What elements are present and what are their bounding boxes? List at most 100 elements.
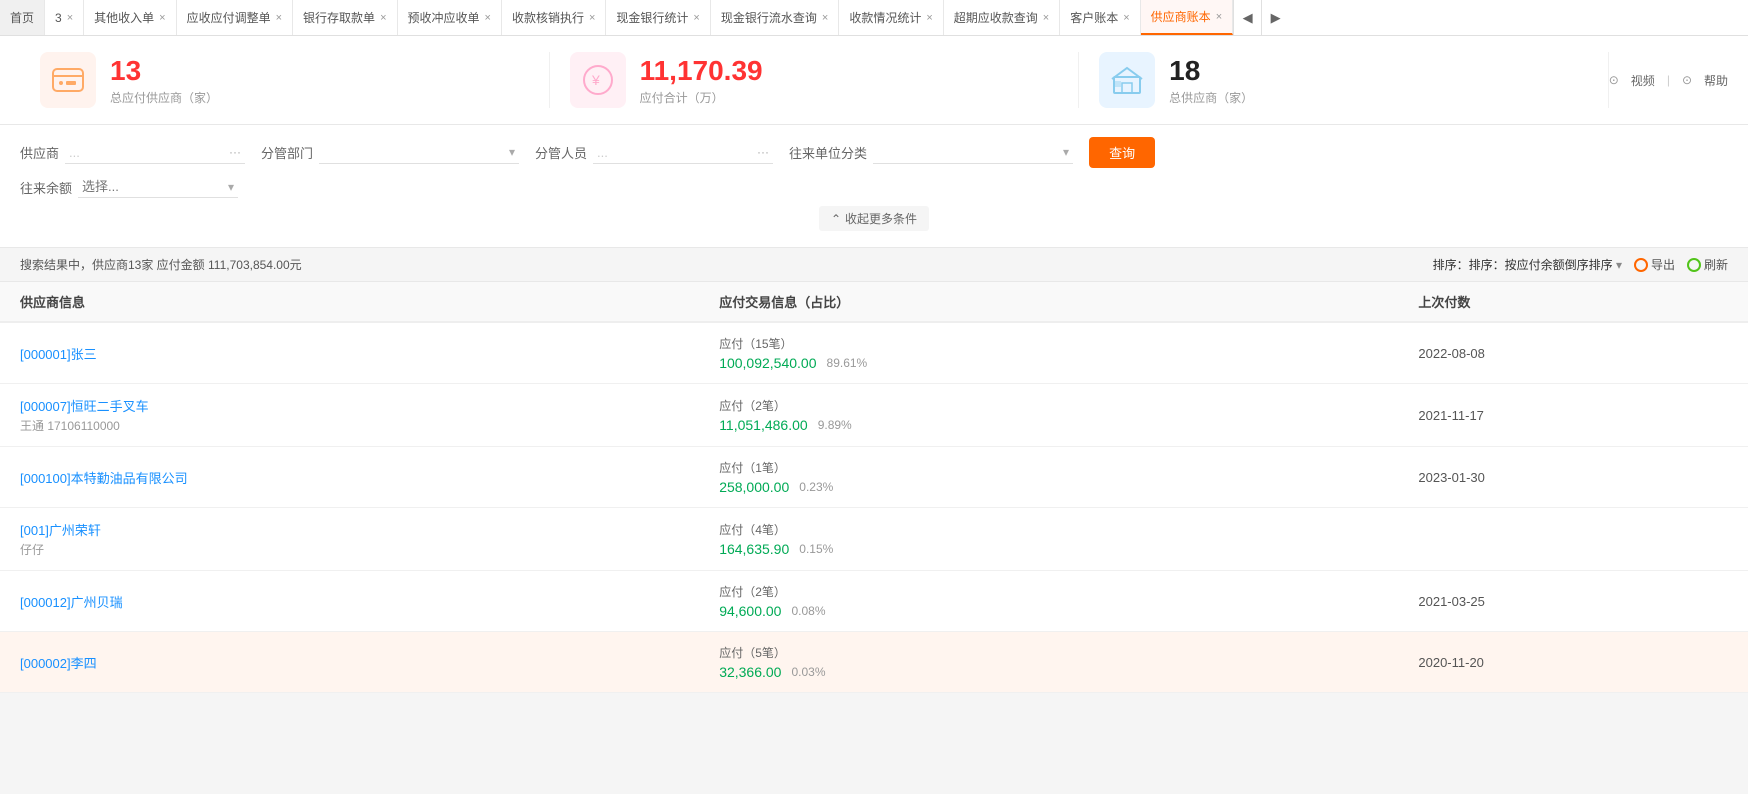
last-payment-cell: 2022-08-08 [1398,322,1748,384]
supplier-link[interactable]: [000002]李四 [20,656,97,671]
top-navigation: 首页 3 × 其他收入单 × 应收应付调整单 × 银行存取款单 × 预收冲应收单… [0,0,1748,36]
filter-category: 往来单位分类 ▾ [789,142,1073,164]
supplier-link[interactable]: [000007]恒旺二手叉车 [20,399,149,414]
close-icon[interactable]: × [159,12,165,24]
help-links: ⊙ 视频 | ⊙ 帮助 [1609,72,1728,89]
transaction-info-cell: 应付（4笔）164,635.900.15% [699,508,1398,571]
dept-dropdown[interactable]: ▾ [319,142,519,164]
transaction-info-cell: 应付（2笔）94,600.000.08% [699,571,1398,632]
ap-amount-info: 11,170.39 应付合计（万） [640,54,763,107]
dept-label: 分管部门 [261,143,313,162]
sort-dropdown-icon[interactable]: ▾ [1616,258,1622,272]
ap-amount-label: 应付合计（万） [640,89,763,106]
help-link[interactable]: 帮助 [1704,72,1728,89]
col-last-payment: 上次付数 [1398,282,1748,322]
export-button[interactable]: 导出 [1634,256,1675,273]
nav-tab-3[interactable]: 3 × [45,0,84,35]
filter-row-2: 往来余额 ▾ [20,176,1728,198]
category-dropdown[interactable]: ▾ [873,142,1073,164]
video-link[interactable]: 视频 [1631,72,1655,89]
table-header: 供应商信息 应付交易信息（占比） 上次付数 [0,282,1748,322]
supplier-link[interactable]: [000012]广州贝瑞 [20,595,123,610]
close-icon[interactable]: × [67,12,73,24]
nav-tab-cash-bank-query[interactable]: 现金银行流水查询 × [711,0,839,35]
filter-balance: 往来余额 ▾ [20,176,238,198]
supplier-dropdown[interactable]: ··· [65,142,245,164]
transaction-info-cell: 应付（15笔）100,092,540.0089.61% [699,322,1398,384]
supplier-sub-info: 仔仔 [20,541,679,558]
supplier-info-cell: [000012]广州贝瑞 [0,571,699,632]
close-icon[interactable]: × [380,12,386,24]
table-body: [000001]张三 应付（15笔）100,092,540.0089.61%202… [0,322,1748,693]
close-icon[interactable]: × [822,12,828,24]
nav-prev-arrow[interactable]: ◀ [1233,0,1261,35]
close-icon[interactable]: × [276,12,282,24]
last-payment-cell: 2021-11-17 [1398,384,1748,447]
person-dropdown-icon: ··· [757,145,769,159]
category-input[interactable] [877,145,1063,160]
transaction-info-cell: 应付（1笔）258,000.000.23% [699,447,1398,508]
table-row: [000002]李四应付（5笔）32,366.000.03%2020-11-20 [0,632,1748,693]
supplier-link[interactable]: [000100]本特勤油品有限公司 [20,471,188,486]
balance-dropdown[interactable]: ▾ [78,176,238,198]
person-input[interactable] [597,145,757,160]
ap-suppliers-label: 总应付供应商（家） [110,89,218,106]
filter-bar: 供应商 ··· 分管部门 ▾ 分管人员 ··· 往来单位分类 [0,125,1748,248]
person-dropdown[interactable]: ··· [593,142,773,164]
dept-input[interactable] [323,145,509,160]
nav-tab-collection-stat[interactable]: 收款情况统计 × [839,0,943,35]
nav-tab-pre-collect[interactable]: 预收冲应收单 × [398,0,502,35]
collapse-button[interactable]: ⌃ 收起更多条件 [819,206,929,231]
close-icon[interactable]: × [1216,11,1222,23]
supplier-info-cell: [000001]张三 [0,322,699,384]
nav-tab-cash-bank-stat[interactable]: 现金银行统计 × [606,0,710,35]
nav-tab-bank-deposit[interactable]: 银行存取款单 × [293,0,397,35]
refresh-button[interactable]: 刷新 [1687,256,1728,273]
table-row: [000001]张三 应付（15笔）100,092,540.0089.61%202… [0,322,1748,384]
transaction-amount: 164,635.90 [719,541,789,557]
query-button[interactable]: 查询 [1089,137,1155,168]
summary-card-ap-suppliers: 13 总应付供应商（家） [20,52,550,108]
divider: | [1667,73,1670,87]
nav-tab-overdue-ar[interactable]: 超期应收款查询 × [944,0,1060,35]
ap-amount-icon: ¥ [570,52,626,108]
transaction-amount: 32,366.00 [719,664,781,680]
close-icon[interactable]: × [589,12,595,24]
supplier-link[interactable]: [001]广州荣轩 [20,523,101,538]
close-icon[interactable]: × [693,12,699,24]
table-container: 供应商信息 应付交易信息（占比） 上次付数 [000001]张三 应付（15笔）1… [0,282,1748,693]
close-icon[interactable]: × [1043,12,1049,24]
close-icon[interactable]: × [485,12,491,24]
nav-tab-customer-account[interactable]: 客户账本 × [1060,0,1140,35]
transaction-percent: 0.23% [799,480,833,494]
col-trans-info: 应付交易信息（占比） [699,282,1398,322]
close-icon[interactable]: × [926,12,932,24]
filter-dept: 分管部门 ▾ [261,142,519,164]
balance-input[interactable] [82,179,228,194]
summary-card-total-suppliers: 18 总供应商（家） [1079,52,1609,108]
nav-tab-supplier-account[interactable]: 供应商账本 × [1141,0,1233,35]
nav-tab-collection-verify[interactable]: 收款核销执行 × [502,0,606,35]
nav-tab-other-income[interactable]: 其他收入单 × [84,0,176,35]
result-summary-text: 搜索结果中，供应商13家 应付金额 111,703,854.00元 [20,256,302,273]
person-label: 分管人员 [535,143,587,162]
transaction-percent: 9.89% [818,418,852,432]
transaction-amount: 94,600.00 [719,603,781,619]
table-row: [000100]本特勤油品有限公司应付（1笔）258,000.000.23%20… [0,447,1748,508]
ap-amount-number: 11,170.39 [640,54,763,88]
nav-tab-home[interactable]: 首页 [0,0,45,35]
transaction-amount: 100,092,540.00 [719,355,816,371]
supplier-input[interactable] [69,145,229,160]
supplier-info-cell: [000002]李四 [0,632,699,693]
filter-supplier: 供应商 ··· [20,142,245,164]
nav-tab-ar-ap-adjust[interactable]: 应收应付调整单 × [177,0,293,35]
category-dropdown-icon: ▾ [1063,145,1069,159]
nav-next-arrow[interactable]: ▶ [1261,0,1289,35]
total-suppliers-icon [1099,52,1155,108]
balance-dropdown-icon: ▾ [228,180,234,194]
close-icon[interactable]: × [1123,12,1129,24]
sort-label: 排序：排序：按应付余额倒序排序 ▾ [1433,256,1622,273]
supplier-link[interactable]: [000001]张三 [20,347,97,362]
table-row: [000012]广州贝瑞应付（2笔）94,600.000.08%2021-03-… [0,571,1748,632]
transaction-amount: 258,000.00 [719,479,789,495]
